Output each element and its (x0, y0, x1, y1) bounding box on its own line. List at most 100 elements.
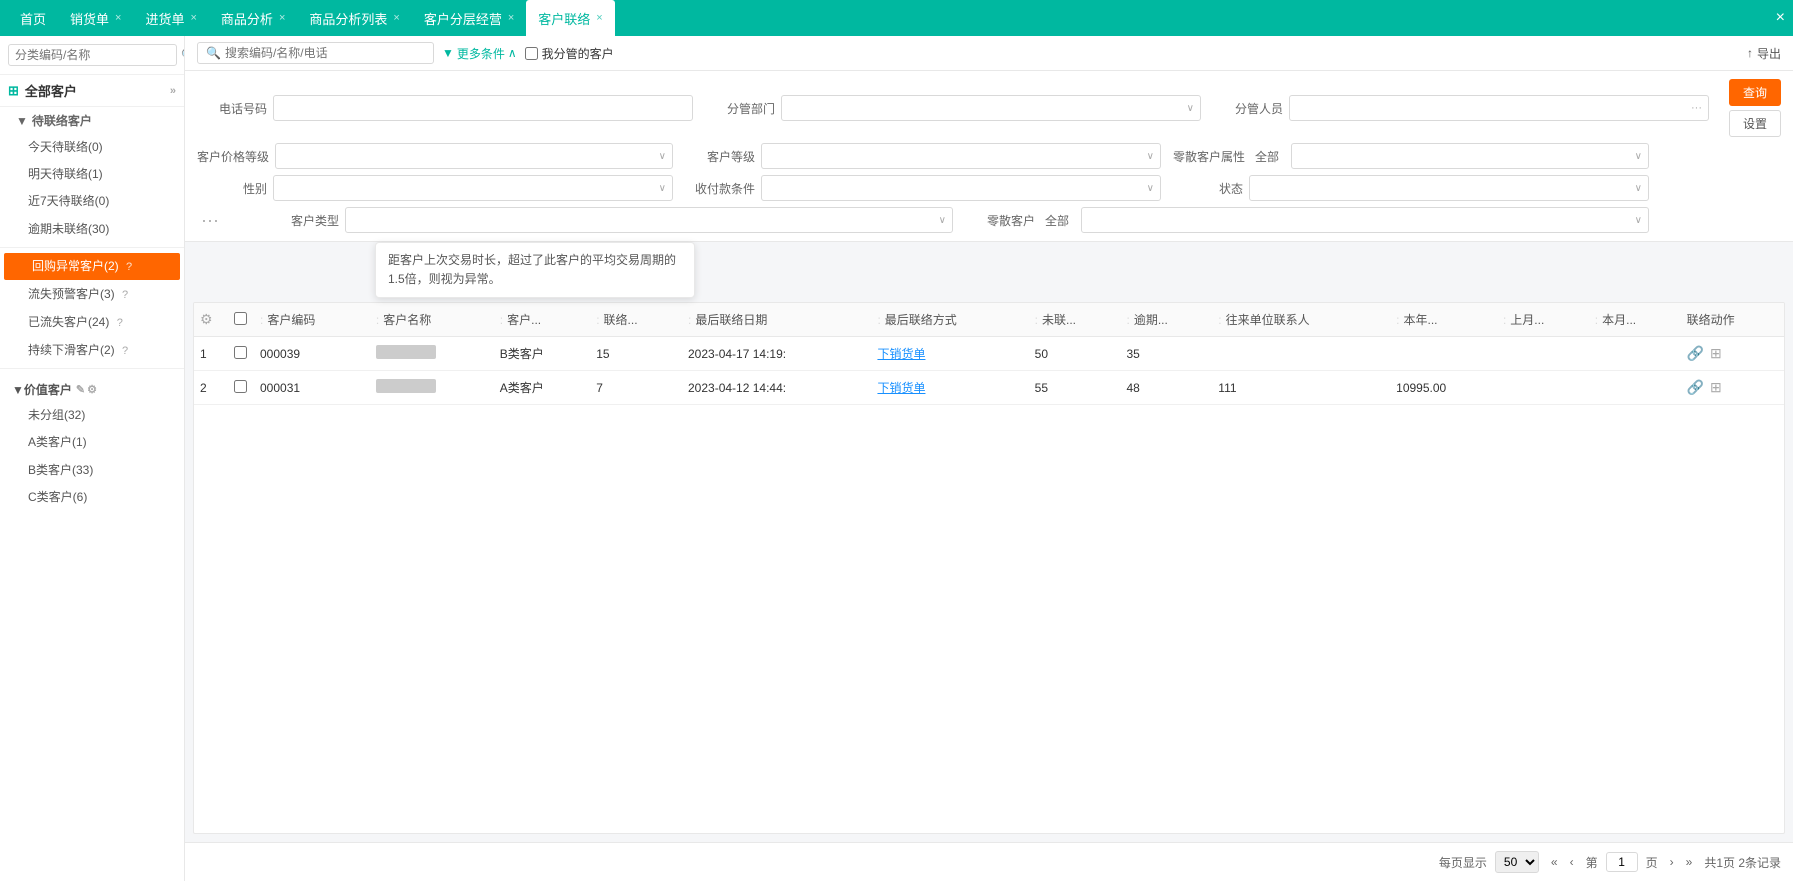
sidebar-item-overdue-pending[interactable]: 逾期未联络(30) (0, 216, 184, 243)
row-this-month (1589, 371, 1681, 405)
my-customers-checkbox[interactable] (525, 47, 538, 60)
prev-page-btn[interactable]: ‹ (1566, 853, 1578, 871)
nav-tab-purchase[interactable]: 进货单 × (133, 0, 208, 36)
filter-bar: 🔍 ▼ 更多条件 ∧ 我分管的客户 ↑ 导出 (185, 36, 1793, 71)
sidebar-item-class-a[interactable]: A类客户(1) (0, 429, 184, 456)
pagination-bar: 每页显示 50 « ‹ 第 页 › » 共1页 2条记录 (185, 842, 1793, 881)
export-button[interactable]: ↑ 导出 (1747, 45, 1781, 62)
nav-tab-customer-segment[interactable]: 客户分层经营 × (412, 0, 526, 36)
sidebar-item-already-lost[interactable]: 已流失客户(24) ? (0, 309, 184, 337)
sidebar-item-tomorrow-pending[interactable]: 明天待联络(1) (0, 161, 184, 188)
value-group: ▼ 价值客户 ✎ ⚙ 未分组(32) A类客户(1) B类客户(33) C类客户… (0, 373, 184, 515)
retail-customer-select[interactable]: ∨ (1081, 207, 1649, 233)
filter-cell-phone: 电话号码 (197, 95, 693, 121)
sidebar-item-ungrouped[interactable]: 未分组(32) (0, 402, 184, 429)
more-conditions-btn[interactable]: ▼ 更多条件 ∧ (442, 45, 517, 62)
sidebar-item-today-pending[interactable]: 今天待联络(0) (0, 134, 184, 161)
price-grade-label: 客户价格等级 (197, 148, 269, 165)
row-contacts: 7 (590, 371, 682, 405)
phone-input[interactable] (273, 95, 693, 121)
sidebar-item-declining[interactable]: 持续下滑客户(2) ? (0, 337, 184, 365)
first-page-btn[interactable]: « (1547, 853, 1562, 871)
action-grid-icon[interactable]: ⊞ (1710, 345, 1722, 362)
row-last-contact-method[interactable]: 下销货单 (871, 337, 1028, 371)
sidebar-item-class-b[interactable]: B类客户(33) (0, 457, 184, 484)
filter-cell-retail-attr: 零散客户属性 全部 ∨ (1173, 143, 1649, 169)
per-page-select[interactable]: 50 (1495, 851, 1539, 873)
action-link-icon[interactable]: 🔗 (1687, 379, 1704, 396)
settings-button[interactable]: 设置 (1729, 110, 1781, 137)
status-select[interactable]: ∨ (1249, 175, 1649, 201)
nav-tab-sales[interactable]: 销货单 × (58, 0, 133, 36)
sidebar-item-7day-pending[interactable]: 近7天待联络(0) (0, 188, 184, 215)
sidebar-divider-2 (0, 368, 184, 369)
all-customers-section[interactable]: ⊞ 全部客户 » (0, 75, 184, 107)
col-checkbox-header[interactable] (226, 303, 254, 337)
already-lost-help-icon: ? (117, 317, 123, 329)
payment-select[interactable]: ∨ (761, 175, 1161, 201)
action-grid-icon[interactable]: ⊞ (1710, 379, 1722, 396)
nav-tab-product-list-close[interactable]: × (393, 12, 399, 24)
value-group-edit-icon[interactable]: ✎ (76, 383, 85, 396)
last-contact-method-link[interactable]: 下销货单 (877, 347, 925, 361)
action-link-icon[interactable]: 🔗 (1687, 345, 1704, 362)
nav-tab-product-analysis[interactable]: 商品分析 × (209, 0, 297, 36)
sidebar-item-lost-warning[interactable]: 流失预警客户(3) ? (0, 281, 184, 309)
sidebar-search-input[interactable] (8, 44, 177, 66)
more-dots-icon[interactable]: ··· (201, 210, 219, 231)
next-page-btn[interactable]: › (1666, 853, 1678, 871)
nav-tab-customer-segment-close[interactable]: × (508, 12, 514, 24)
row-checkbox[interactable] (226, 371, 254, 405)
query-button[interactable]: 查询 (1729, 79, 1781, 106)
pending-group: ▼ 待联络客户 今天待联络(0) 明天待联络(1) 近7天待联络(0) 逾期未联… (0, 107, 184, 243)
row-no: 2 (194, 371, 226, 405)
row-last-contact-method[interactable]: 下销货单 (871, 371, 1028, 405)
tooltip-text: 距客户上次交易时长，超过了此客户的平均交易周期的1.5倍，则视为异常。 (388, 253, 676, 286)
price-grade-select[interactable]: ∨ (275, 143, 673, 169)
customer-type-select[interactable]: ∨ (345, 207, 953, 233)
nav-tab-sales-close[interactable]: × (115, 12, 121, 24)
nav-tab-customer-segment-label: 客户分层经营 (424, 9, 502, 28)
value-group-title[interactable]: ▼ 价值客户 ✎ ⚙ (0, 377, 184, 402)
col-contacts-header: :联络... (590, 303, 682, 337)
search-input[interactable] (225, 46, 425, 60)
row-checkbox[interactable] (226, 337, 254, 371)
collapse-btn[interactable]: » (170, 85, 176, 97)
filter-cell-person: 分管人员 ··· (1213, 95, 1709, 121)
department-select[interactable]: ∨ (781, 95, 1201, 121)
col-settings[interactable]: ⚙ (194, 303, 226, 337)
customer-table: ⚙ :客户编码 :客户名称 :客户... (194, 303, 1784, 405)
nav-tab-customer-contact[interactable]: 客户联络 × (526, 0, 614, 36)
pending-group-title[interactable]: ▼ 待联络客户 (0, 107, 184, 134)
row-customer-name (370, 371, 494, 405)
customer-grade-select[interactable]: ∨ (761, 143, 1161, 169)
retail-attr-select[interactable]: ∨ (1291, 143, 1649, 169)
sidebar-item-class-c[interactable]: C类客户(6) (0, 484, 184, 511)
sidebar-item-repurchase-abnormal[interactable]: 回购异常客户(2) ? (4, 253, 180, 281)
filter-cell-payment: 收付款条件 ∨ (685, 175, 1161, 201)
nav-tab-home[interactable]: 首页 (8, 0, 58, 36)
row-last-contact-date: 2023-04-12 14:44: (682, 371, 871, 405)
export-label: 导出 (1757, 45, 1781, 62)
nav-tab-product-list[interactable]: 商品分析列表 × (297, 0, 411, 36)
col-customer-code-header: :客户编码 (254, 303, 370, 337)
sidebar-item-class-a-label: A类客户(1) (28, 435, 87, 449)
all-customers-label: 全部客户 (25, 81, 77, 100)
sidebar-item-declining-label: 持续下滑客户(2) (28, 343, 115, 357)
gender-select[interactable]: ∨ (273, 175, 673, 201)
nav-tab-purchase-close[interactable]: × (190, 12, 196, 24)
page-unit: 页 (1642, 852, 1662, 873)
page-input[interactable] (1606, 852, 1638, 872)
gear-icon[interactable]: ⚙ (200, 311, 213, 327)
value-group-settings-icon[interactable]: ⚙ (87, 383, 97, 396)
page-nav: « ‹ 第 页 › » (1547, 852, 1696, 873)
nav-tab-product-analysis-close[interactable]: × (279, 12, 285, 24)
nav-tab-customer-contact-close[interactable]: × (596, 12, 602, 24)
person-select[interactable]: ··· (1289, 95, 1709, 121)
nav-tab-product-list-label: 商品分析列表 (309, 9, 387, 28)
select-all-checkbox[interactable] (234, 312, 247, 325)
window-close-button[interactable]: × (1776, 9, 1785, 27)
last-contact-method-link[interactable]: 下销货单 (877, 381, 925, 395)
row-customer-level: B类客户 (494, 337, 590, 371)
last-page-btn[interactable]: » (1682, 853, 1697, 871)
